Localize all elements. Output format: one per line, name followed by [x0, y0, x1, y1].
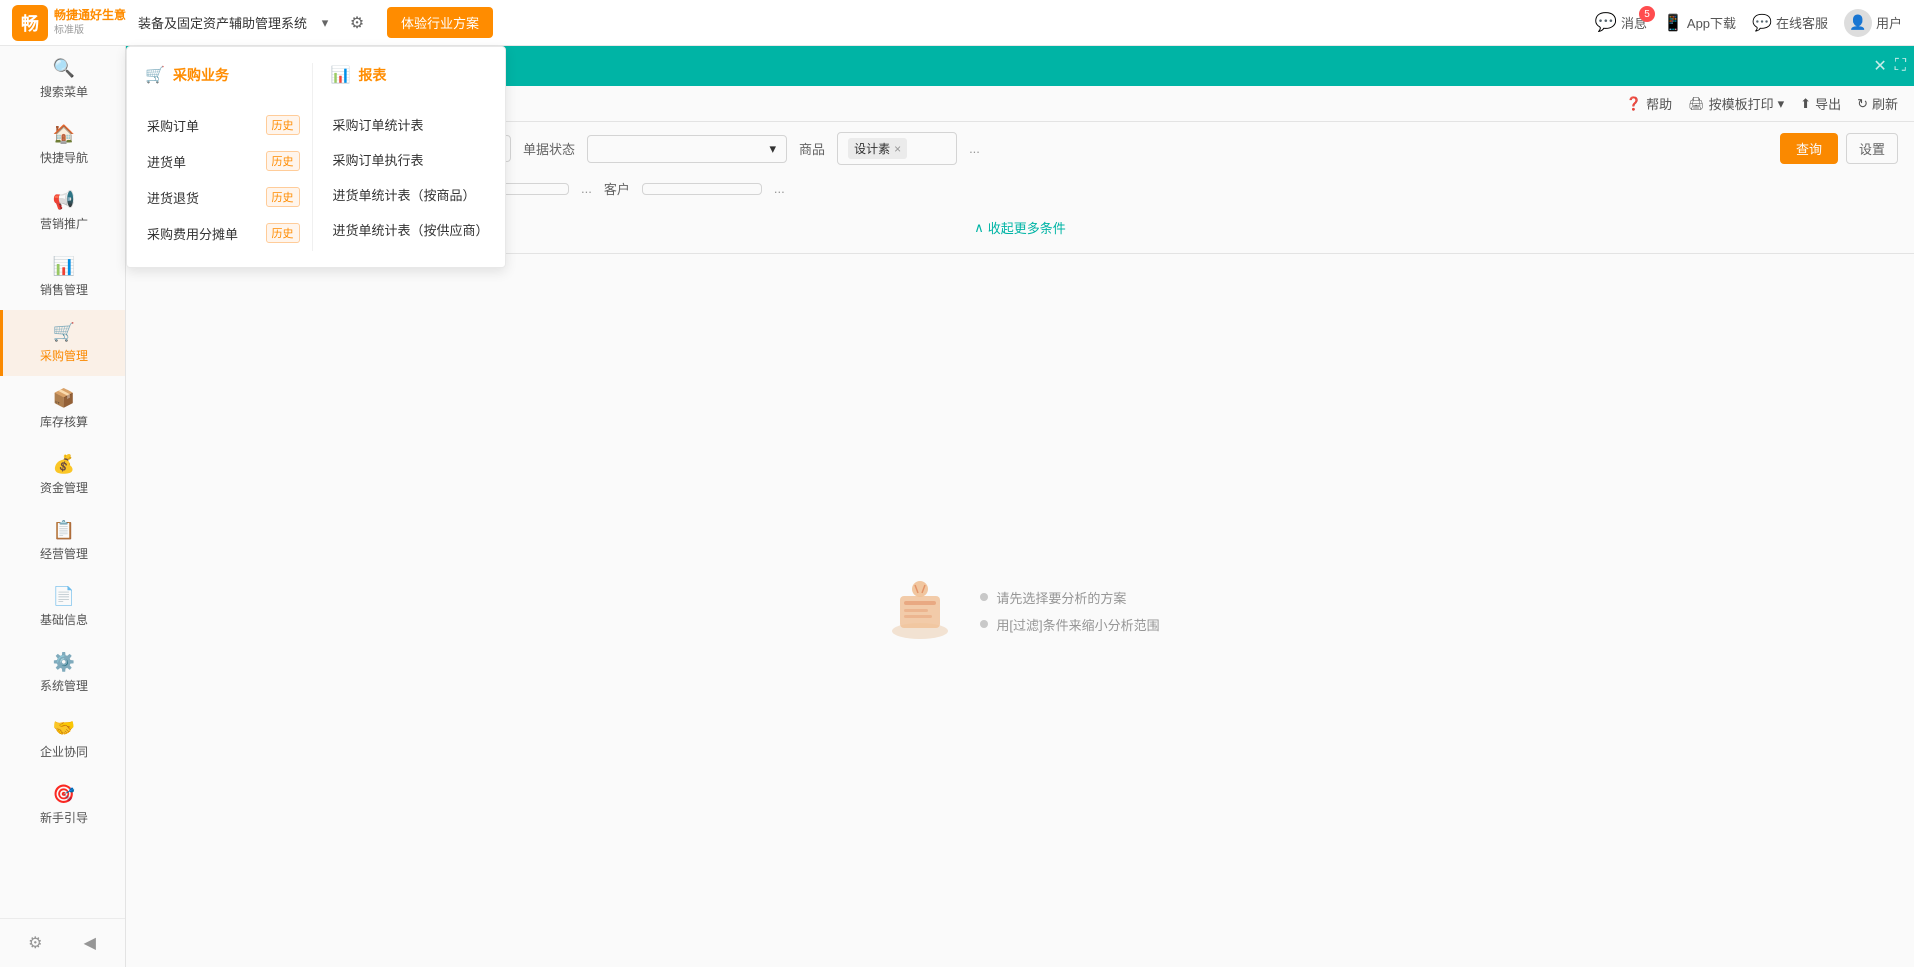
dropdown-item-inbound[interactable]: 进货单 历史	[143, 143, 304, 179]
report-header-icon: 📊	[329, 63, 353, 87]
history-badge-1: 历史	[266, 151, 300, 171]
user-avatar: 👤	[1844, 9, 1872, 37]
brand-logo: 畅	[12, 5, 48, 41]
top-navbar: 畅 畅捷通好生意 标准版 装备及固定资产辅助管理系统 ▾ ⚙ 体验行业方案 💬 …	[0, 0, 1914, 46]
brand-area: 畅 畅捷通好生意 标准版	[12, 5, 138, 41]
purchase-dropdown-menu: 🛒 采购业务 采购订单 历史 进货单 历史 进货退货 历史 采购费用分摊单 历史…	[126, 46, 506, 268]
dropdown-item-return[interactable]: 进货退货 历史	[143, 179, 304, 215]
dropdown-report-col: 📊 报表 采购订单统计表 采购订单执行表 进货单统计表（按商品） 进货单统计表（…	[312, 63, 490, 251]
purchase-header-icon: 🛒	[143, 63, 167, 87]
dropdown-report-header: 📊 报表	[329, 63, 490, 95]
system-settings-btn[interactable]: ⚙	[343, 9, 371, 37]
dropdown-item-order-exec[interactable]: 采购订单执行表	[329, 142, 490, 177]
system-title: 装备及固定资产辅助管理系统	[138, 13, 307, 32]
dropdown-item-order-stats[interactable]: 采购订单统计表	[329, 107, 490, 142]
dropdown-purchase-col: 🛒 采购业务 采购订单 历史 进货单 历史 进货退货 历史 采购费用分摊单 历史	[143, 63, 304, 251]
dropdown-item-purchase-order[interactable]: 采购订单 历史	[143, 107, 304, 143]
app-download-btn[interactable]: 📱 App下载	[1663, 13, 1736, 33]
nav-right: 💬 5 消息 📱 App下载 💬 在线客服 👤 用户	[1595, 9, 1902, 37]
user-btn[interactable]: 👤 用户	[1844, 9, 1902, 37]
dropdown-item-inbound-stats-goods[interactable]: 进货单统计表（按商品）	[329, 177, 490, 212]
system-dropdown-btn[interactable]: ▾	[315, 13, 335, 33]
brand-text: 畅捷通好生意 标准版	[54, 8, 126, 37]
nav-title-area: 装备及固定资产辅助管理系统 ▾ ⚙ 体验行业方案	[138, 7, 1595, 38]
messages-btn[interactable]: 💬 5 消息	[1595, 12, 1647, 33]
online-service-btn[interactable]: 💬 在线客服	[1752, 13, 1828, 33]
history-badge-2: 历史	[266, 187, 300, 207]
dropdown-item-expense[interactable]: 采购费用分摊单 历史	[143, 215, 304, 251]
history-badge-3: 历史	[266, 223, 300, 243]
history-badge-0: 历史	[266, 115, 300, 135]
dropdown-item-inbound-stats-supplier[interactable]: 进货单统计表（按供应商）	[329, 212, 490, 247]
industry-btn[interactable]: 体验行业方案	[387, 7, 493, 38]
dropdown-purchase-header: 🛒 采购业务	[143, 63, 304, 95]
